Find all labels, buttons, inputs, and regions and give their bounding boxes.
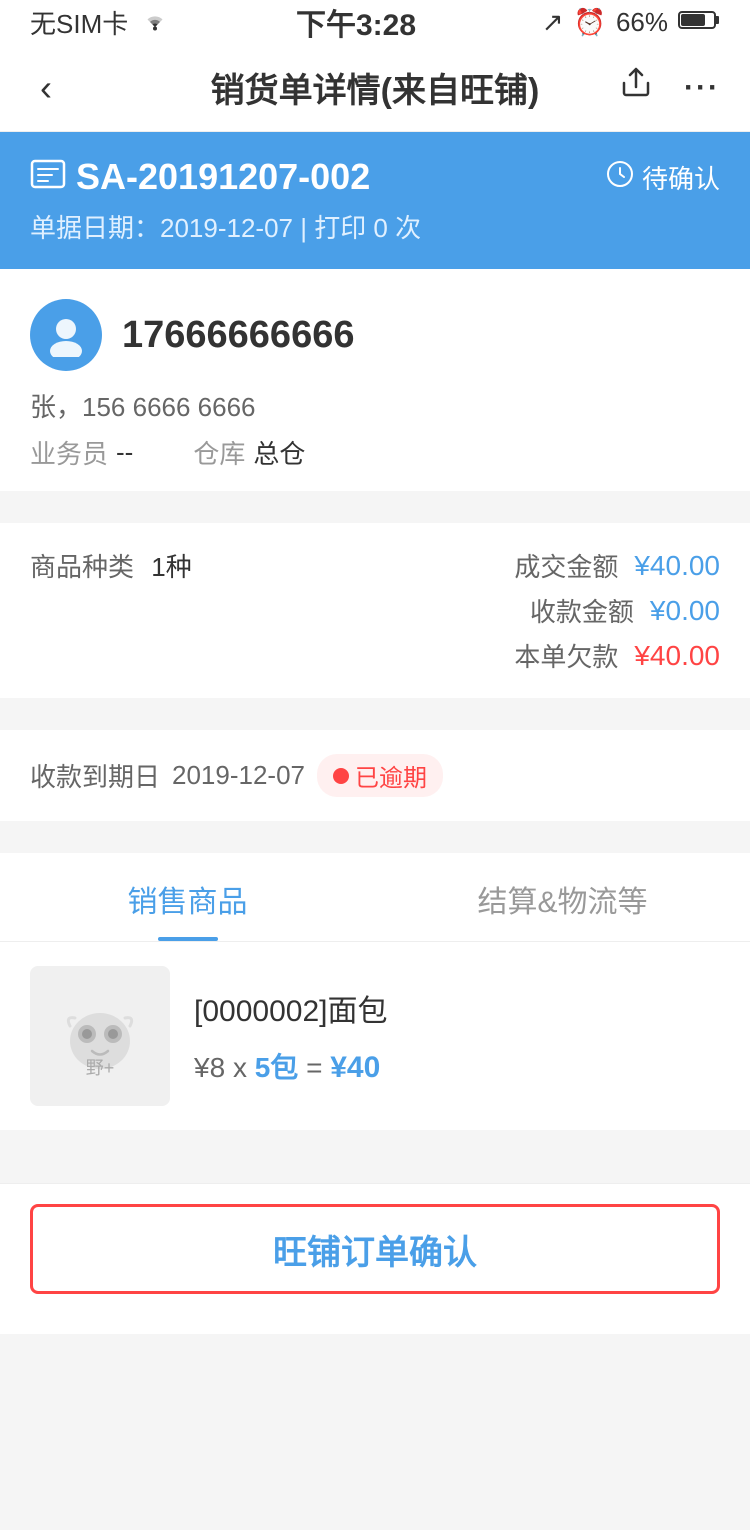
- product-type-value: 1种: [151, 552, 191, 582]
- wifi-icon: [140, 7, 170, 38]
- product-name: [0000002]面包: [194, 986, 720, 1030]
- doc-header-top: SA-20191207-002 待确认: [30, 156, 720, 198]
- battery-icon: [678, 7, 720, 38]
- payment-label: 收款金额: [530, 592, 634, 629]
- balance-amount: ¥40.00: [634, 640, 720, 672]
- divider-3: [0, 837, 750, 853]
- salesperson-label: 业务员: [30, 434, 108, 471]
- confirm-order-button[interactable]: 旺铺订单确认: [30, 1204, 720, 1294]
- location-icon: ↗: [542, 7, 564, 38]
- warehouse-value: 总仓: [253, 434, 305, 471]
- customer-section: 17666666666 张，156 6666 6666 业务员 -- 仓库 总仓: [0, 269, 750, 491]
- due-date-value: 2019-12-07: [172, 760, 305, 791]
- doc-date: 单据日期：2019-12-07 | 打印 0 次: [30, 208, 720, 245]
- page-title: 销货单详情(来自旺铺): [211, 63, 540, 112]
- divider-1: [0, 507, 750, 523]
- warehouse-item: 仓库 总仓: [193, 434, 305, 471]
- price-value: ¥8: [194, 1052, 225, 1083]
- product-type: 商品种类 1种: [30, 547, 192, 584]
- overdue-text: 已逾期: [355, 758, 427, 793]
- tabs-section: 销售商品 结算&物流等: [0, 853, 750, 942]
- due-date-label: 收款到期日: [30, 757, 160, 794]
- payment-row: 收款金额 ¥0.00: [530, 592, 720, 629]
- tab-settlement[interactable]: 结算&物流等: [375, 853, 750, 941]
- doc-status: 待确认: [606, 159, 720, 196]
- bottom-spacer: [0, 1390, 750, 1530]
- amounts: 成交金额 ¥40.00 收款金额 ¥0.00 本单欠款 ¥40.00: [514, 547, 720, 674]
- battery-label: 66%: [616, 7, 668, 38]
- avatar: [30, 299, 102, 371]
- payment-amount: ¥0.00: [650, 595, 720, 627]
- doc-number: SA-20191207-002: [30, 156, 370, 198]
- clock-icon: [606, 160, 634, 195]
- price-quantity: 5包: [255, 1052, 299, 1083]
- overdue-dot-icon: [333, 768, 349, 784]
- customer-phone: 17666666666: [122, 314, 354, 357]
- price-equals: =: [306, 1052, 330, 1083]
- svg-text:野+: 野+: [86, 1058, 115, 1076]
- status-bar: 无SIM卡 下午3:28 ↗ ⏰ 66%: [0, 0, 750, 44]
- product-type-label: 商品种类: [30, 552, 134, 582]
- customer-meta: 业务员 -- 仓库 总仓: [30, 434, 720, 471]
- more-icon[interactable]: ···: [684, 71, 720, 105]
- salesperson-item: 业务员 --: [30, 434, 133, 471]
- doc-header: SA-20191207-002 待确认 单据日期：2019-12-07 | 打印…: [0, 132, 750, 269]
- carrier-label: 无SIM卡: [30, 4, 128, 41]
- stats-section: 商品种类 1种 成交金额 ¥40.00 收款金额 ¥0.00 本单欠款 ¥40.…: [0, 523, 750, 698]
- status-right: ↗ ⏰ 66%: [542, 7, 720, 38]
- balance-label: 本单欠款: [514, 637, 618, 674]
- price-total: ¥40: [330, 1051, 380, 1084]
- customer-name-detail: 张，156 6666 6666: [30, 387, 720, 424]
- transaction-row: 成交金额 ¥40.00: [514, 547, 720, 584]
- back-button[interactable]: ‹: [30, 57, 62, 119]
- overdue-badge: 已逾期: [317, 754, 443, 797]
- balance-row: 本单欠款 ¥40.00: [514, 637, 720, 674]
- due-section: 收款到期日 2019-12-07 已逾期: [0, 730, 750, 821]
- customer-top: 17666666666: [30, 299, 720, 371]
- nav-actions: ···: [618, 65, 720, 110]
- product-image: 野+: [30, 966, 170, 1106]
- transaction-amount: ¥40.00: [634, 550, 720, 582]
- tabs-row: 销售商品 结算&物流等: [0, 853, 750, 942]
- share-icon[interactable]: [618, 65, 654, 110]
- alarm-icon: ⏰: [574, 7, 606, 38]
- bottom-area: 旺铺订单确认: [0, 1183, 750, 1334]
- tab-products[interactable]: 销售商品: [0, 853, 375, 941]
- price-multiplier: x: [233, 1052, 255, 1083]
- transaction-label: 成交金额: [514, 547, 618, 584]
- doc-icon: [30, 156, 66, 198]
- product-info: [0000002]面包 ¥8 x 5包 = ¥40: [194, 986, 720, 1086]
- time-display: 下午3:28: [296, 0, 416, 44]
- nav-bar: ‹ 销货单详情(来自旺铺) ···: [0, 44, 750, 132]
- warehouse-label: 仓库: [193, 434, 245, 471]
- product-section: 野+ [0000002]面包 ¥8 x 5包 = ¥40: [0, 942, 750, 1130]
- salesperson-value: --: [116, 437, 133, 468]
- product-price: ¥8 x 5包 = ¥40: [194, 1046, 720, 1086]
- divider-2: [0, 714, 750, 730]
- status-left: 无SIM卡: [30, 4, 170, 41]
